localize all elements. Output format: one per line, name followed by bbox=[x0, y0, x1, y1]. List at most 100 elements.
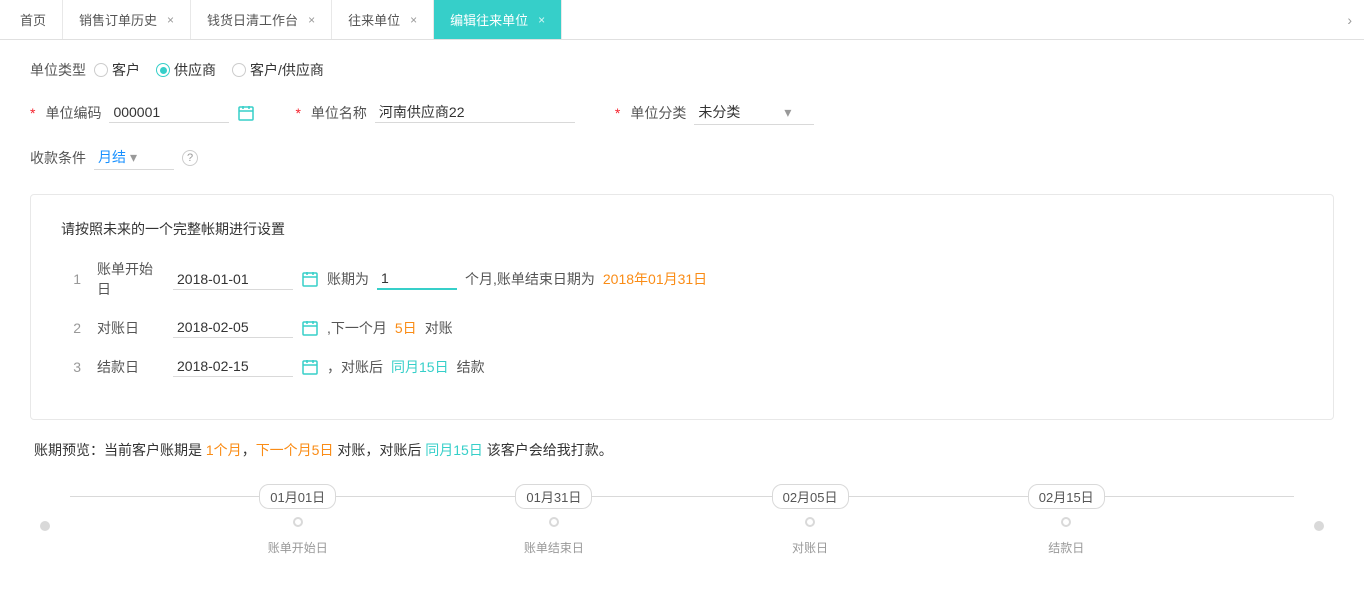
radio-customer-label: 客户 bbox=[112, 60, 140, 80]
tab-sales-history[interactable]: 销售订单历史 × bbox=[63, 0, 191, 39]
payment-label: 收款条件 bbox=[30, 148, 86, 168]
tab-cash-work[interactable]: 钱货日清工作台 × bbox=[191, 0, 332, 39]
code-input[interactable] bbox=[109, 102, 229, 123]
preview-end: 该客户会给我打款。 bbox=[483, 442, 613, 458]
payment-day-highlight: 同月15日 bbox=[391, 357, 449, 377]
start-date-input[interactable] bbox=[173, 269, 293, 290]
payment-row: 收款条件 月结 ▾ ? bbox=[30, 145, 1334, 170]
category-chevron-icon: ▾ bbox=[784, 104, 791, 121]
unit-type-field: 单位类型 客户 供应商 客户/供应商 bbox=[30, 60, 324, 80]
timeline-badge-3: 02月05日 bbox=[772, 484, 849, 509]
code-field: * 单位编码 bbox=[30, 102, 255, 123]
timeline-dot-4 bbox=[1061, 517, 1071, 527]
category-field: * 单位分类 未分类 ▾ bbox=[615, 100, 814, 125]
tab-edit-partner-label: 编辑往来单位 bbox=[450, 10, 528, 29]
timeline-point-1: 01月01日 账单开始日 bbox=[259, 484, 336, 556]
radio-customer-circle bbox=[94, 63, 108, 77]
tab-cash-work-close[interactable]: × bbox=[308, 13, 315, 27]
unit-type-row: 单位类型 客户 供应商 客户/供应商 bbox=[30, 60, 1334, 80]
timeline-dot-2 bbox=[549, 517, 559, 527]
radio-customer-supplier-circle bbox=[232, 63, 246, 77]
unit-type-label: 单位类型 bbox=[30, 60, 86, 80]
tab-partner-close[interactable]: × bbox=[410, 13, 417, 27]
tab-home[interactable]: 首页 bbox=[0, 0, 63, 39]
code-required: * bbox=[30, 105, 35, 121]
name-input[interactable] bbox=[375, 102, 575, 123]
period-settings-title: 请按照未来的一个完整帐期进行设置 bbox=[61, 219, 1303, 239]
period-label-1: 账单开始日 bbox=[97, 259, 157, 299]
radio-supplier[interactable]: 供应商 bbox=[156, 60, 216, 80]
category-select[interactable]: 未分类 ▾ bbox=[694, 100, 814, 125]
period-num-3: 3 bbox=[61, 359, 81, 375]
timeline-dots: 01月01日 账单开始日 01月31日 账单结束日 02月05日 对账日 02月… bbox=[70, 484, 1294, 556]
month-input[interactable] bbox=[377, 268, 457, 290]
timeline: 01月01日 账单开始日 01月31日 账单结束日 02月05日 对账日 02月… bbox=[30, 484, 1334, 556]
radio-supplier-circle bbox=[156, 63, 170, 77]
code-label: 单位编码 bbox=[45, 103, 101, 123]
name-label: 单位名称 bbox=[311, 103, 367, 123]
payment-date-input[interactable] bbox=[173, 356, 293, 377]
category-required: * bbox=[615, 105, 620, 121]
payment-date-cal-icon[interactable] bbox=[301, 358, 319, 376]
reconcile-date-cal-icon[interactable] bbox=[301, 319, 319, 337]
timeline-point-3: 02月05日 对账日 bbox=[772, 484, 849, 556]
tab-edit-partner-close[interactable]: × bbox=[538, 13, 545, 27]
radio-customer-supplier-label: 客户/供应商 bbox=[250, 60, 324, 80]
reconcile-day-highlight: 5日 bbox=[395, 318, 417, 338]
preview-middle: 对账，对账后 bbox=[333, 442, 425, 458]
name-required: * bbox=[295, 105, 300, 121]
timeline-point-2: 01月31日 账单结束日 bbox=[515, 484, 592, 556]
radio-customer[interactable]: 客户 bbox=[94, 60, 140, 80]
tab-expand-btn[interactable]: › bbox=[1335, 0, 1364, 39]
tab-bar: 首页 销售订单历史 × 钱货日清工作台 × 往来单位 × 编辑往来单位 × › bbox=[0, 0, 1364, 40]
timeline-dot-1 bbox=[293, 517, 303, 527]
name-field: * 单位名称 bbox=[295, 102, 574, 123]
timeline-label-4: 结款日 bbox=[1048, 539, 1084, 556]
preview-next: 下一个月5日 bbox=[256, 442, 334, 458]
start-date-cal-icon[interactable] bbox=[301, 270, 319, 288]
category-label: 单位分类 bbox=[630, 103, 686, 123]
period-desc-2b: 对账 bbox=[425, 318, 453, 338]
code-icon[interactable] bbox=[237, 104, 255, 122]
timeline-start-cap bbox=[40, 521, 50, 531]
radio-supplier-label: 供应商 bbox=[174, 60, 216, 80]
preview-section: 账期预览：当前客户账期是 1个月，下一个月5日 对账，对账后 同月15日 该客户… bbox=[30, 440, 1334, 460]
tab-edit-partner[interactable]: 编辑往来单位 × bbox=[434, 0, 562, 39]
basic-info-row: * 单位编码 * 单位名称 * 单位分类 未分类 ▾ bbox=[30, 100, 1334, 125]
timeline-point-4: 02月15日 结款日 bbox=[1028, 484, 1105, 556]
timeline-label-2: 账单结束日 bbox=[524, 539, 584, 556]
timeline-dot-3 bbox=[805, 517, 815, 527]
period-desc-1a: 账期为 bbox=[327, 269, 369, 289]
period-desc-3a: ，对账后 bbox=[327, 357, 383, 377]
tab-sales-history-label: 销售订单历史 bbox=[79, 10, 157, 29]
period-num-2: 2 bbox=[61, 320, 81, 336]
period-num-1: 1 bbox=[61, 271, 81, 287]
period-row-3: 3 结款日 ，对账后 同月15日 结款 bbox=[61, 356, 1303, 377]
tab-partner-label: 往来单位 bbox=[348, 10, 400, 29]
period-desc-2a: ,下一个月 bbox=[327, 318, 387, 338]
preview-comma: ， bbox=[242, 442, 256, 458]
payment-help-icon[interactable]: ? bbox=[182, 150, 198, 166]
payment-chevron-icon: ▾ bbox=[130, 149, 137, 166]
tab-sales-history-close[interactable]: × bbox=[167, 13, 174, 27]
timeline-badge-4: 02月15日 bbox=[1028, 484, 1105, 509]
radio-customer-supplier[interactable]: 客户/供应商 bbox=[232, 60, 324, 80]
timeline-label-3: 对账日 bbox=[792, 539, 828, 556]
category-value: 未分类 bbox=[698, 102, 740, 122]
payment-field: 收款条件 月结 ▾ ? bbox=[30, 145, 198, 170]
unit-type-radio-group: 客户 供应商 客户/供应商 bbox=[94, 60, 324, 80]
period-value-2: ,下一个月 5日 对账 bbox=[173, 317, 453, 338]
timeline-label-1: 账单开始日 bbox=[268, 539, 328, 556]
period-value-3: ，对账后 同月15日 结款 bbox=[173, 356, 485, 377]
timeline-badge-2: 01月31日 bbox=[515, 484, 592, 509]
preview-label: 账期预览：当前客户账期是 bbox=[34, 442, 206, 458]
preview-month: 1个月 bbox=[206, 442, 242, 458]
period-row-2: 2 对账日 ,下一个月5日 对账 bbox=[61, 317, 1303, 338]
timeline-badge-1: 01月01日 bbox=[259, 484, 336, 509]
period-row-1: 1 账单开始日 账期为 个月,账单结束日期为 2018年01月31日 bbox=[61, 259, 1303, 299]
payment-value: 月结 bbox=[98, 147, 126, 167]
reconcile-date-input[interactable] bbox=[173, 317, 293, 338]
payment-select[interactable]: 月结 ▾ bbox=[94, 145, 174, 170]
tab-partner[interactable]: 往来单位 × bbox=[332, 0, 434, 39]
period-settings-box: 请按照未来的一个完整帐期进行设置 1 账单开始日 账期为 个月,账单结束日期为 bbox=[30, 194, 1334, 420]
